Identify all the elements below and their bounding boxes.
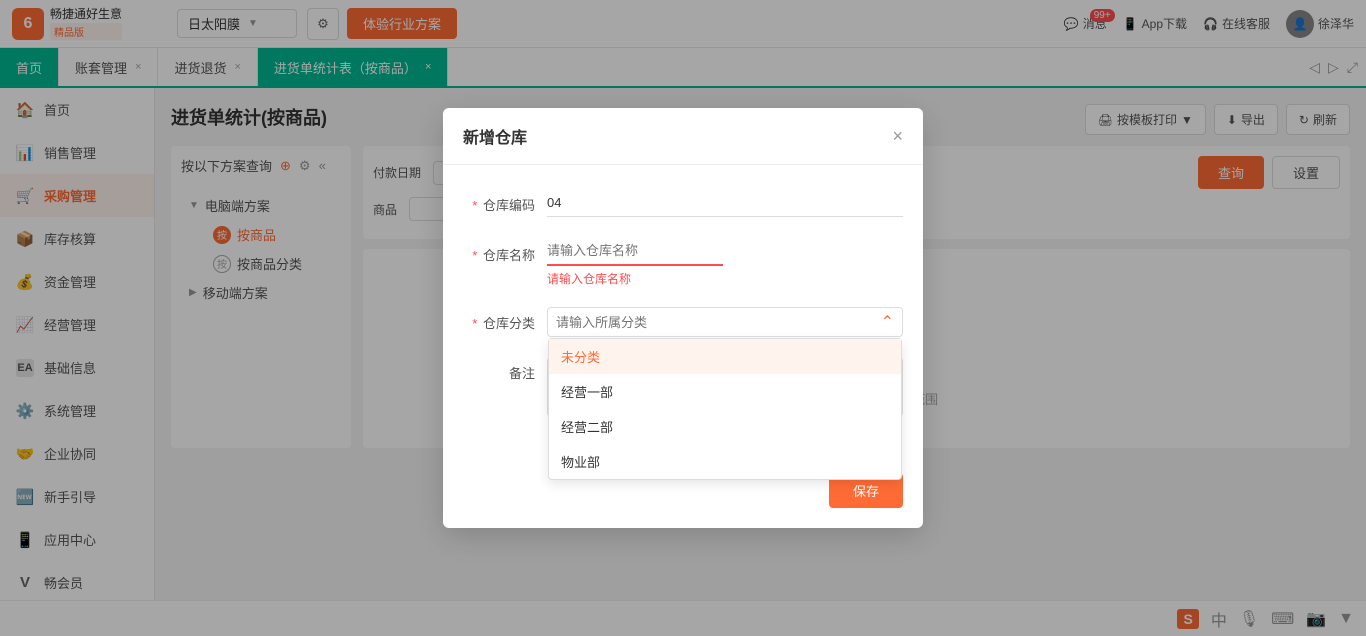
code-required-star: *: [472, 198, 477, 213]
category-select[interactable]: ⌃ 未分类 经营一部 经营二部 物业部: [547, 307, 903, 337]
name-required-star: *: [472, 248, 477, 263]
name-error-container: 请输入仓库名称: [463, 270, 631, 287]
category-chevron-icon: ⌃: [881, 312, 894, 332]
dropdown-item-ops2[interactable]: 经营二部: [549, 409, 901, 444]
modal-body: * 仓库编码 * 仓库名称 请输入仓库名称: [443, 165, 923, 461]
modal-close-button[interactable]: ×: [892, 126, 903, 147]
name-input[interactable]: [547, 237, 723, 266]
category-dropdown: 未分类 经营一部 经营二部 物业部: [548, 338, 902, 480]
modal-overlay: 新增仓库 × * 仓库编码 * 仓库名称: [0, 0, 1366, 636]
code-label: * 仓库编码: [463, 189, 535, 214]
category-required-star: *: [472, 316, 477, 331]
form-row-code: * 仓库编码: [463, 189, 903, 217]
name-error-msg: 请输入仓库名称: [547, 272, 631, 286]
form-row-name: * 仓库名称 请输入仓库名称: [463, 237, 903, 287]
add-warehouse-modal: 新增仓库 × * 仓库编码 * 仓库名称: [443, 108, 923, 528]
remark-label: 备注: [463, 357, 535, 382]
name-input-wrapper: [547, 237, 723, 266]
code-input[interactable]: [547, 189, 903, 217]
category-label: * 仓库分类: [463, 307, 535, 332]
dropdown-item-property[interactable]: 物业部: [549, 444, 901, 479]
modal-header: 新增仓库 ×: [443, 108, 923, 165]
name-label: * 仓库名称: [463, 239, 535, 264]
form-row-category: * 仓库分类 ⌃ 未分类 经营一部 经营二部 物业部: [463, 307, 903, 337]
modal-title: 新增仓库: [463, 124, 527, 148]
form-row-name-inner: * 仓库名称: [463, 237, 723, 266]
dropdown-item-unclassified[interactable]: 未分类: [549, 339, 901, 374]
dropdown-item-ops1[interactable]: 经营一部: [549, 374, 901, 409]
category-input[interactable]: [556, 315, 881, 330]
